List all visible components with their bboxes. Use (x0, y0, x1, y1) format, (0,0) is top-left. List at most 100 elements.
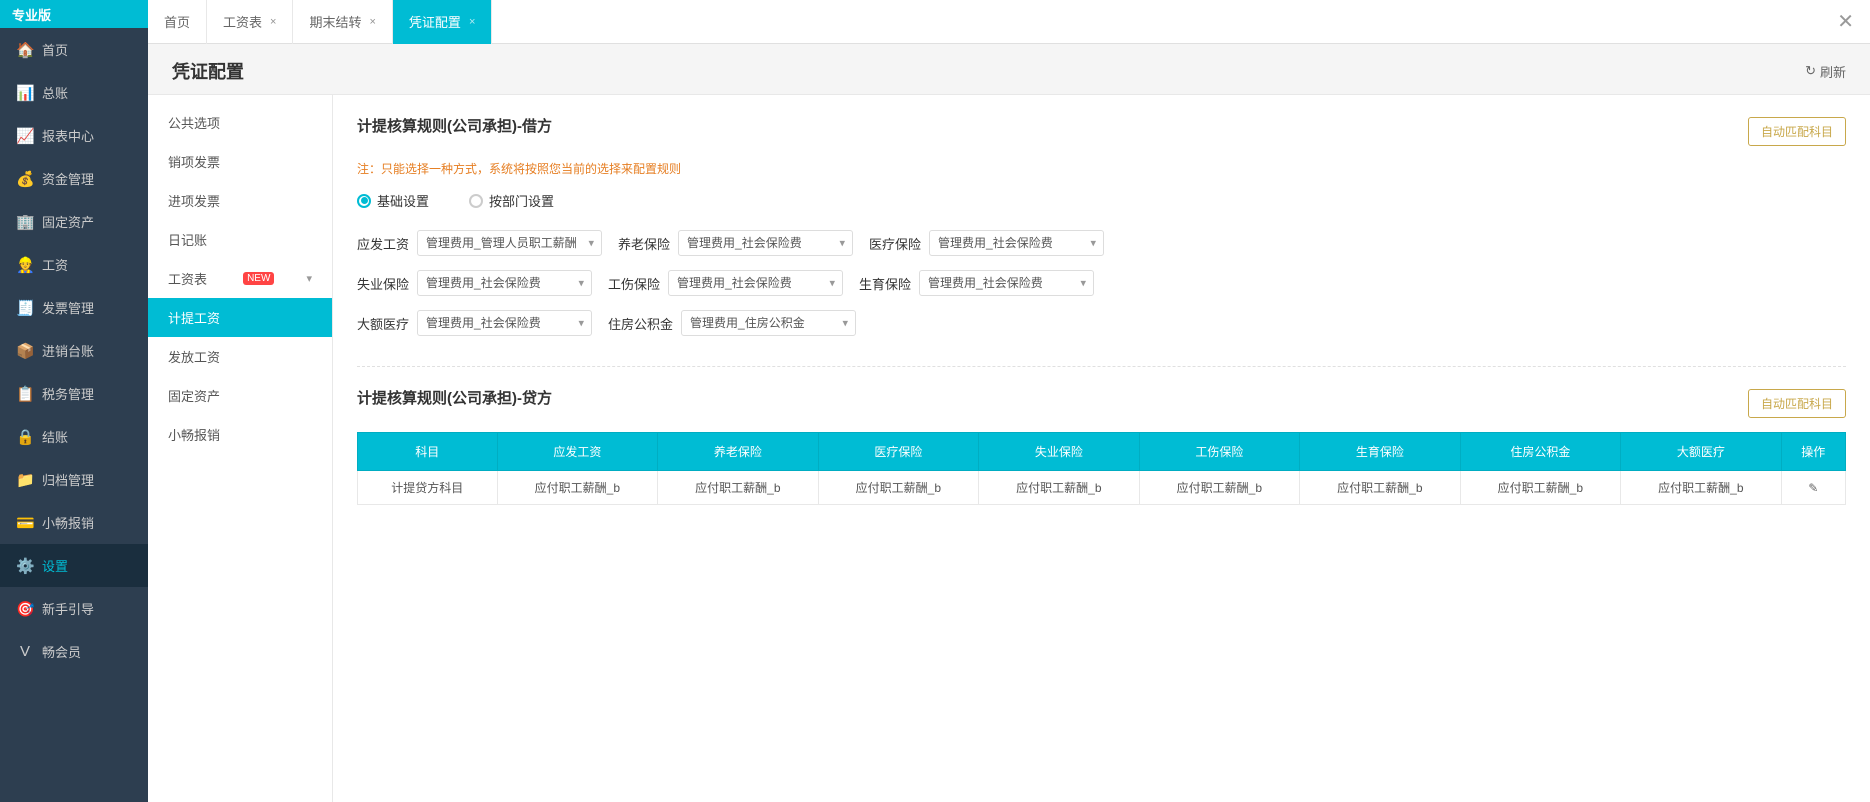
sidebar-item-guide[interactable]: 🎯 新手引导 (0, 587, 148, 630)
left-nav-journal[interactable]: 日记账 (148, 220, 332, 259)
sidebar-item-archive[interactable]: 📁 归档管理 (0, 458, 148, 501)
select-shiye[interactable]: 管理费用_社会保险费 (417, 270, 592, 296)
th-subject: 科目 (358, 433, 498, 471)
left-nav-pay-salary[interactable]: 发放工资 (148, 337, 332, 376)
report-icon: 📈 (16, 127, 34, 145)
left-nav-fixed-assets[interactable]: 固定资产 (148, 376, 332, 415)
member-icon: V (16, 643, 34, 660)
page-header: 凭证配置 ↻ 刷新 (148, 44, 1870, 95)
radio-basic[interactable]: 基础设置 (357, 191, 429, 210)
field-group-gongshang: 工伤保险 管理费用_社会保险费 (608, 270, 843, 296)
sidebar-item-ledger[interactable]: 📊 总账 (0, 71, 148, 114)
th-yingfa: 应发工资 (497, 433, 658, 471)
tab-period[interactable]: 期末结转 × (293, 0, 392, 44)
left-nav-sales-invoice[interactable]: 销项发票 (148, 142, 332, 181)
tab-period-close[interactable]: × (369, 16, 375, 28)
td-row-shiye: 应付职工薪酬_b (979, 471, 1140, 505)
td-row-zhufang: 应付职工薪酬_b (1460, 471, 1621, 505)
sidebar-label-home: 首页 (42, 40, 68, 59)
label-yiliao: 医疗保险 (869, 234, 921, 253)
field-row-1: 应发工资 管理费用_管理人员职工薪酬 养老保险 管理费用_社会保险费 (357, 230, 1846, 256)
td-row-shengyu: 应付职工薪酬_b (1300, 471, 1461, 505)
select-wrapper-gongshang: 管理费用_社会保险费 (668, 270, 843, 296)
capital-icon: 💰 (16, 170, 34, 188)
th-shiye: 失业保险 (979, 433, 1140, 471)
sidebar-item-assets[interactable]: 🏢 固定资产 (0, 200, 148, 243)
sidebar-label-member: 畅会员 (42, 642, 81, 661)
main-panel: 计提核算规则(公司承担)-借方 自动匹配科目 注：只能选择一种方式，系统将按照您… (333, 95, 1870, 802)
left-nav-purchase-invoice[interactable]: 进项发票 (148, 181, 332, 220)
sidebar-item-report[interactable]: 📈 报表中心 (0, 114, 148, 157)
section-credit-header: 计提核算规则(公司承担)-贷方 自动匹配科目 (357, 387, 1846, 420)
main-area: 首页 工资表 × 期末结转 × 凭证配置 × ✕ 凭证配置 ↻ 刷新 公共选项 (148, 0, 1870, 802)
refresh-button[interactable]: ↻ 刷新 (1805, 62, 1846, 81)
select-zhufang[interactable]: 管理费用_住房公积金 (681, 310, 856, 336)
label-zhufang: 住房公积金 (608, 314, 673, 333)
sidebar-item-home[interactable]: 🏠 首页 (0, 28, 148, 71)
credit-table: 科目 应发工资 养老保险 医疗保险 失业保险 工伤保险 生育保险 住房公积金 大… (357, 432, 1846, 505)
th-daeyiliao: 大额医疗 (1621, 433, 1782, 471)
assets-icon: 🏢 (16, 213, 34, 231)
select-yiliao[interactable]: 管理费用_社会保险费 (929, 230, 1104, 256)
new-badge: NEW (243, 272, 274, 285)
select-wrapper-yanglao: 管理费用_社会保险费 (678, 230, 853, 256)
left-nav-public[interactable]: 公共选项 (148, 103, 332, 142)
field-row-2: 失业保险 管理费用_社会保险费 工伤保险 管理费用_社会保险费 (357, 270, 1846, 296)
tab-voucher-close[interactable]: × (469, 16, 475, 28)
tab-home-label: 首页 (164, 12, 190, 31)
tab-payroll-label: 工资表 (223, 12, 262, 31)
auto-match-credit-button[interactable]: 自动匹配科目 (1748, 389, 1846, 418)
ledger-icon: 📊 (16, 84, 34, 102)
close-window-btn[interactable]: ✕ (1821, 9, 1870, 34)
section-credit-title: 计提核算规则(公司承担)-贷方 (357, 387, 552, 408)
page-title: 凭证配置 (172, 58, 244, 84)
settings-icon: ⚙️ (16, 557, 34, 575)
td-row-subject: 计提贷方科目 (358, 471, 498, 505)
tab-payroll[interactable]: 工资表 × (207, 0, 293, 44)
field-group-shengyu: 生育保险 管理费用_社会保险费 (859, 270, 1094, 296)
td-row-yanglao: 应付职工薪酬_b (658, 471, 819, 505)
section-credit: 计提核算规则(公司承担)-贷方 自动匹配科目 科目 应发工资 养老保险 医疗保险… (357, 387, 1846, 505)
edit-icon[interactable]: ✎ (1808, 481, 1818, 495)
table-row: 计提贷方科目 应付职工薪酬_b 应付职工薪酬_b 应付职工薪酬_b 应付职工薪酬… (358, 471, 1846, 505)
th-yiliao: 医疗保险 (818, 433, 979, 471)
select-daeyiliao[interactable]: 管理费用_社会保险费 (417, 310, 592, 336)
tab-voucher-label: 凭证配置 (409, 12, 461, 31)
app-edition: 专业版 (0, 0, 148, 28)
sidebar-label-settings: 设置 (42, 556, 68, 575)
sidebar-item-invoice[interactable]: 🧾 发票管理 (0, 286, 148, 329)
select-gongshang[interactable]: 管理费用_社会保险费 (668, 270, 843, 296)
tab-payroll-close[interactable]: × (270, 16, 276, 28)
field-group-yiliao: 医疗保险 管理费用_社会保险费 (869, 230, 1104, 256)
auto-match-debit-button[interactable]: 自动匹配科目 (1748, 117, 1846, 146)
invoice-icon: 🧾 (16, 299, 34, 317)
sidebar-item-member[interactable]: V 畅会员 (0, 630, 148, 673)
sidebar-item-salary[interactable]: 👷 工资 (0, 243, 148, 286)
radio-basic-label: 基础设置 (377, 191, 429, 210)
select-yanglao[interactable]: 管理费用_社会保险费 (678, 230, 853, 256)
td-row-action[interactable]: ✎ (1781, 471, 1845, 505)
closing-icon: 🔒 (16, 428, 34, 446)
sidebar-item-closing[interactable]: 🔒 结账 (0, 415, 148, 458)
sidebar-item-xiaochang[interactable]: 💳 小畅报销 (0, 501, 148, 544)
sidebar-item-capital[interactable]: 💰 资金管理 (0, 157, 148, 200)
select-wrapper-shengyu: 管理费用_社会保险费 (919, 270, 1094, 296)
select-wrapper-yiliao: 管理费用_社会保险费 (929, 230, 1104, 256)
td-row-yiliao: 应付职工薪酬_b (818, 471, 979, 505)
sidebar-item-purchase[interactable]: 📦 进销台账 (0, 329, 148, 372)
select-yingfa[interactable]: 管理费用_管理人员职工薪酬 (417, 230, 602, 256)
sidebar-item-tax[interactable]: 📋 税务管理 (0, 372, 148, 415)
left-nav-payroll-table[interactable]: 工资表 NEW ▾ (148, 259, 332, 298)
label-shengyu: 生育保险 (859, 274, 911, 293)
select-shengyu[interactable]: 管理费用_社会保险费 (919, 270, 1094, 296)
tab-home[interactable]: 首页 (148, 0, 207, 44)
sidebar-item-settings[interactable]: ⚙️ 设置 (0, 544, 148, 587)
tab-voucher[interactable]: 凭证配置 × (393, 0, 492, 44)
sidebar: 专业版 🏠 首页 📊 总账 📈 报表中心 💰 资金管理 🏢 固定资产 👷 工资 … (0, 0, 148, 802)
left-nav-xiaochang-exp[interactable]: 小畅报销 (148, 415, 332, 454)
left-nav-calc-salary[interactable]: 计提工资 (148, 298, 332, 337)
xiaochang-icon: 💳 (16, 514, 34, 532)
content-area: 公共选项 销项发票 进项发票 日记账 工资表 NEW ▾ 计提工资 发放工资 (148, 95, 1870, 802)
radio-department[interactable]: 按部门设置 (469, 191, 554, 210)
sidebar-label-closing: 结账 (42, 427, 68, 446)
